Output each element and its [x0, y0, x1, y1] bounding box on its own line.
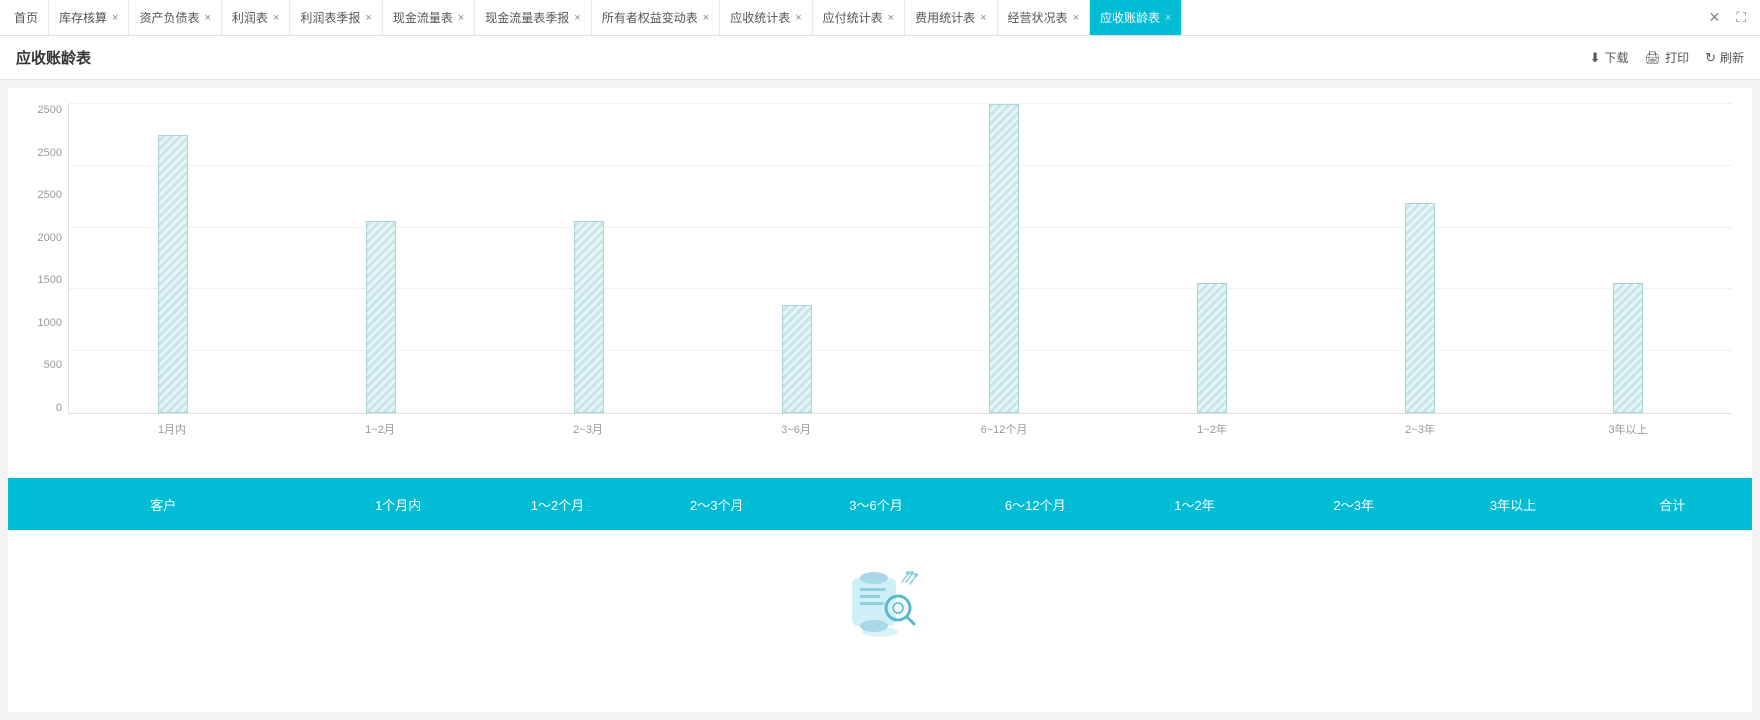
tab-balance-sheet[interactable]: 资产负债表 ×: [129, 0, 221, 36]
tab-bar-actions: ✕ ⛶: [1702, 5, 1756, 30]
chart-area: 0 500 1000 1500 2000 2500 2500 2500: [8, 88, 1752, 478]
tab-close-profit[interactable]: ×: [273, 12, 279, 24]
refresh-button[interactable]: ↻ 刷新: [1705, 49, 1744, 66]
download-button[interactable]: ⬇ 下载: [1590, 49, 1629, 66]
empty-state: [8, 530, 1752, 670]
x-label-7: 3年以上: [1524, 421, 1732, 437]
bar-group-4: [901, 104, 1109, 413]
tab-cashflow-quarterly[interactable]: 现金流量表季报 ×: [475, 0, 591, 36]
bar-group-7: [1524, 104, 1732, 413]
page-actions: ⬇ 下载 🖨 打印 ↻ 刷新: [1590, 49, 1744, 66]
tab-ar-stats[interactable]: 应收统计表 ×: [720, 0, 812, 36]
download-icon: ⬇: [1590, 50, 1601, 66]
th-year3plus: 3年以上: [1433, 495, 1592, 514]
chart-y-axis: 0 500 1000 1500 2000 2500 2500 2500: [28, 104, 68, 414]
tab-equity[interactable]: 所有者权益变动表 ×: [592, 0, 720, 36]
print-icon: 🖨: [1645, 50, 1662, 66]
bar-year3plus: [1613, 283, 1643, 413]
x-label-0: 1月内: [68, 421, 276, 437]
th-month1: 1个月内: [319, 495, 478, 514]
tab-cashflow[interactable]: 现金流量表 ×: [383, 0, 475, 36]
x-label-3: 3~6月: [692, 421, 900, 437]
th-year1-2: 1～2年: [1115, 495, 1274, 514]
empty-icon: [830, 560, 930, 640]
th-month2-3: 2～3个月: [637, 495, 796, 514]
refresh-icon: ↻: [1705, 50, 1716, 66]
bar-month3-6: [782, 305, 812, 413]
chart-plot: [68, 104, 1732, 414]
x-label-2: 2~3月: [484, 421, 692, 437]
th-customer: 客户: [8, 495, 319, 514]
bar-year1-2: [1197, 283, 1227, 413]
tab-close-ap-stats[interactable]: ×: [888, 12, 894, 24]
bar-group-0: [69, 104, 277, 413]
y-label-1500: 1500: [38, 274, 62, 286]
th-total: 合计: [1593, 495, 1752, 514]
window-close-button[interactable]: ✕: [1702, 5, 1726, 30]
th-month6-12: 6～12个月: [956, 495, 1115, 514]
tab-ar-aging[interactable]: 应收账龄表 ×: [1090, 0, 1182, 36]
bar-month1: [158, 135, 188, 413]
y-label-2500b: 2500: [38, 147, 62, 159]
bar-month1-2: [366, 221, 396, 413]
tab-close-equity[interactable]: ×: [703, 12, 709, 24]
tab-close-balance-sheet[interactable]: ×: [204, 12, 210, 24]
bar-group-1: [277, 104, 485, 413]
tab-profit[interactable]: 利润表 ×: [222, 0, 290, 36]
tab-close-cashflow[interactable]: ×: [458, 12, 464, 24]
tab-close-cashflow-quarterly[interactable]: ×: [574, 12, 580, 24]
bar-group-2: [485, 104, 693, 413]
bar-group-3: [693, 104, 901, 413]
tab-profit-quarterly[interactable]: 利润表季报 ×: [290, 0, 382, 36]
y-label-2500c: 2500: [38, 104, 62, 116]
page-header: 应收账龄表 ⬇ 下载 🖨 打印 ↻ 刷新: [0, 36, 1760, 80]
tab-close-inventory[interactable]: ×: [112, 12, 118, 24]
x-label-5: 1~2年: [1108, 421, 1316, 437]
tab-close-ar-aging[interactable]: ×: [1165, 12, 1171, 24]
bars-row: [69, 104, 1732, 413]
bar-year2-3: [1405, 203, 1435, 413]
page-title: 应收账龄表: [16, 47, 91, 68]
tab-home[interactable]: 首页: [4, 0, 49, 36]
x-label-4: 6~12个月: [900, 421, 1108, 437]
tab-bar: 首页 库存核算 × 资产负债表 × 利润表 × 利润表季报 × 现金流量表 × …: [0, 0, 1760, 36]
table-header: 客户 1个月内 1～2个月 2～3个月 3～6个月 6～12个月 1～2年 2～…: [8, 478, 1752, 530]
bar-month6-12: [989, 104, 1019, 413]
tab-close-expense-stats[interactable]: ×: [980, 12, 986, 24]
bar-group-6: [1316, 104, 1524, 413]
tab-close-ar-stats[interactable]: ×: [795, 12, 801, 24]
y-label-500: 500: [44, 359, 62, 371]
tab-expense-stats[interactable]: 费用统计表 ×: [905, 0, 997, 36]
main-content: 0 500 1000 1500 2000 2500 2500 2500: [8, 88, 1752, 712]
window-maximize-button[interactable]: ⛶: [1730, 5, 1752, 30]
bar-month2-3: [574, 221, 604, 413]
th-month3-6: 3～6个月: [796, 495, 955, 514]
y-label-2500a: 2500: [38, 189, 62, 201]
print-button[interactable]: 🖨 打印: [1645, 49, 1690, 66]
th-month1-2: 1～2个月: [478, 495, 637, 514]
chart-x-axis: 1月内 1~2月 2~3月 3~6月 6~12个月 1~2年 2~3年 3年以上: [68, 414, 1732, 444]
tab-close-profit-quarterly[interactable]: ×: [365, 12, 371, 24]
x-label-1: 1~2月: [276, 421, 484, 437]
y-label-2000: 2000: [38, 232, 62, 244]
y-label-1000: 1000: [38, 317, 62, 329]
chart-container: 0 500 1000 1500 2000 2500 2500 2500: [28, 104, 1732, 444]
tab-operating[interactable]: 经营状况表 ×: [998, 0, 1090, 36]
tab-inventory[interactable]: 库存核算 ×: [49, 0, 129, 36]
th-year2-3: 2～3年: [1274, 495, 1433, 514]
x-label-6: 2~3年: [1316, 421, 1524, 437]
tab-ap-stats[interactable]: 应付统计表 ×: [813, 0, 905, 36]
tab-close-operating[interactable]: ×: [1073, 12, 1079, 24]
bar-group-5: [1108, 104, 1316, 413]
y-label-0: 0: [56, 402, 62, 414]
